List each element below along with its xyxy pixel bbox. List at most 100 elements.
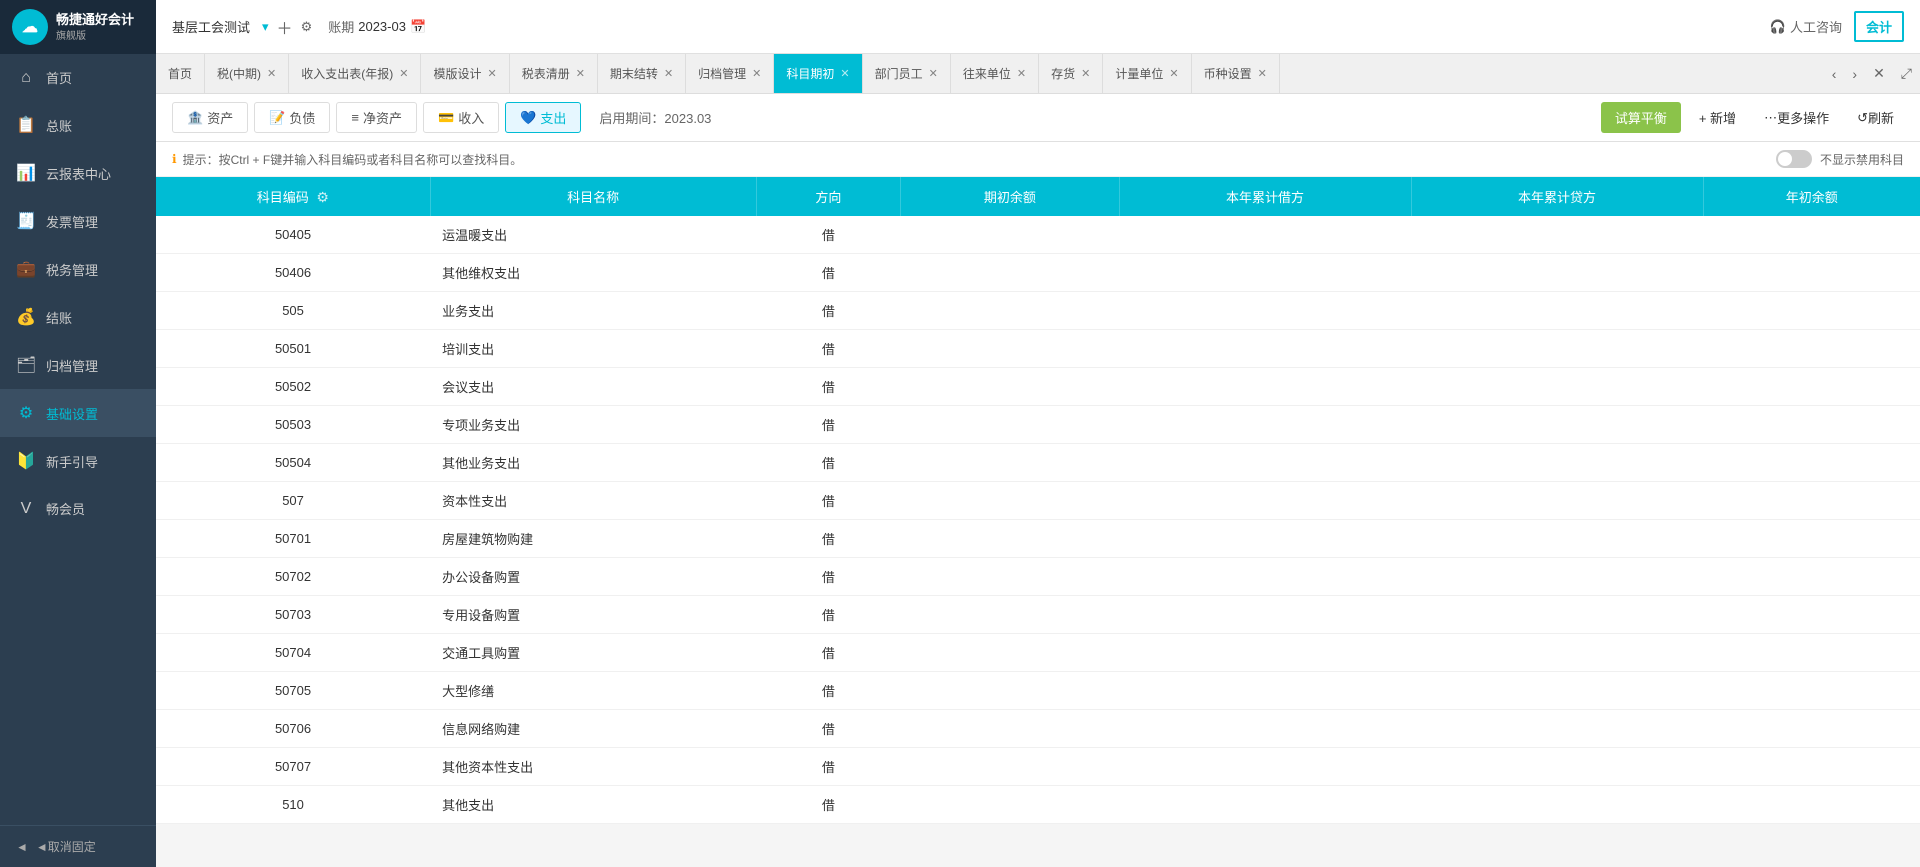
tab-close-icon[interactable]: ✕ <box>487 67 496 80</box>
cell-balance <box>901 406 1119 444</box>
sidebar-item-guide[interactable]: 🔰新手引导 <box>0 437 156 485</box>
cell-credit <box>1411 254 1703 292</box>
tab---[interactable]: 存货✕ <box>1039 54 1103 94</box>
cell-debit <box>1119 520 1411 558</box>
project-add-icon[interactable]: ＋ <box>277 15 293 39</box>
cell-credit <box>1411 292 1703 330</box>
tab-----[interactable]: 归档管理✕ <box>686 54 774 94</box>
table-row[interactable]: 50701 房屋建筑物购建 借 <box>156 520 1920 558</box>
tab-close-icon[interactable]: ✕ <box>1017 67 1026 80</box>
calendar-icon[interactable]: 📅 <box>410 19 426 35</box>
tab-close-icon[interactable]: ✕ <box>267 67 276 80</box>
sidebar-item-ledger[interactable]: 📋总账 <box>0 101 156 149</box>
table-row[interactable]: 50704 交通工具购置 借 <box>156 634 1920 672</box>
tab-close-icon[interactable]: ✕ <box>399 67 408 80</box>
tab-----[interactable]: 币种设置✕ <box>1192 54 1280 94</box>
table-row[interactable]: 50707 其他资本性支出 借 <box>156 748 1920 786</box>
table-row[interactable]: 50406 其他维权支出 借 <box>156 254 1920 292</box>
sidebar-item-basic[interactable]: ⚙基础设置 <box>0 389 156 437</box>
table-row[interactable]: 50504 其他业务支出 借 <box>156 444 1920 482</box>
tab-----[interactable]: 税表清册✕ <box>510 54 598 94</box>
tab-label: 税(中期) <box>217 65 261 82</box>
tab---[interactable]: 首页 <box>156 54 205 94</box>
add-button[interactable]: + 新增 <box>1689 103 1746 132</box>
table-row[interactable]: 510 其他支出 借 <box>156 786 1920 824</box>
sub-tab-资产[interactable]: 🏦资产 <box>172 102 248 133</box>
tab-close-icon[interactable]: ✕ <box>1081 67 1090 80</box>
tab-----[interactable]: 往来单位✕ <box>951 54 1039 94</box>
table-row[interactable]: 507 资本性支出 借 <box>156 482 1920 520</box>
sidebar-nav: ⌂首页📋总账📊云报表中心🧾发票管理💼税务管理💰结账🗂归档管理⚙基础设置🔰新手引导… <box>0 54 156 825</box>
sidebar-item-tax[interactable]: 💼税务管理 <box>0 245 156 293</box>
tab-close-icon[interactable]: ✕ <box>840 67 849 80</box>
sidebar-item-invoice[interactable]: 🧾发票管理 <box>0 197 156 245</box>
sidebar-item-home[interactable]: ⌂首页 <box>0 54 156 101</box>
cell-name: 其他业务支出 <box>430 444 756 482</box>
table-row[interactable]: 50705 大型修缮 借 <box>156 672 1920 710</box>
tab-----[interactable]: 期末结转✕ <box>598 54 686 94</box>
cell-name: 其他资本性支出 <box>430 748 756 786</box>
table-row[interactable]: 50706 信息网络购建 借 <box>156 710 1920 748</box>
table-row[interactable]: 50503 专项业务支出 借 <box>156 406 1920 444</box>
cell-dir: 借 <box>756 482 901 520</box>
tab-close-icon[interactable]: ✕ <box>576 67 585 80</box>
sub-tab-负债[interactable]: 📝负债 <box>254 102 330 133</box>
sub-tab-净资产[interactable]: ≡净资产 <box>336 102 417 133</box>
more-button[interactable]: ⋯ 更多操作 <box>1754 103 1839 132</box>
table-row[interactable]: 505 业务支出 借 <box>156 292 1920 330</box>
cell-code: 507 <box>156 482 430 520</box>
accounts-table: 科目编码 ⚙ 科目名称 方向 期初余额 本年累计借方 本年累计贷方 年初余额 5… <box>156 177 1920 824</box>
col-settings-icon[interactable]: ⚙ <box>316 189 329 205</box>
nav-icon-tax: 💼 <box>16 259 36 279</box>
cell-code: 505 <box>156 292 430 330</box>
cell-code: 50502 <box>156 368 430 406</box>
tab-----[interactable]: 部门员工✕ <box>863 54 951 94</box>
nav-label-ledger: 总账 <box>46 116 72 135</box>
sub-tab-label: 负债 <box>289 108 315 127</box>
project-dropdown-icon[interactable]: ▾ <box>262 19 269 35</box>
cell-dir: 借 <box>756 292 901 330</box>
tab-----[interactable]: 计量单位✕ <box>1103 54 1191 94</box>
pin-icon: ◄ <box>16 840 28 854</box>
cell-debit <box>1119 596 1411 634</box>
tabs-close-button[interactable]: ✕ <box>1865 54 1893 94</box>
tab-close-icon[interactable]: ✕ <box>1169 67 1178 80</box>
cell-dir: 借 <box>756 520 901 558</box>
table-row[interactable]: 50405 运温暖支出 借 <box>156 216 1920 254</box>
account-button[interactable]: 会计 <box>1854 11 1904 42</box>
tabs-expand-button[interactable]: ⤢ <box>1893 54 1920 94</box>
tab-label: 模版设计 <box>433 65 481 82</box>
sidebar-item-archive[interactable]: 🗂归档管理 <box>0 341 156 389</box>
cell-code: 50504 <box>156 444 430 482</box>
tab------[interactable]: 税(中期) ✕ <box>205 54 289 94</box>
table-row[interactable]: 50502 会议支出 借 <box>156 368 1920 406</box>
tab-close-icon[interactable]: ✕ <box>752 67 761 80</box>
tab-----[interactable]: 科目期初✕ <box>774 54 862 94</box>
cell-name: 会议支出 <box>430 368 756 406</box>
sub-tab-支出[interactable]: 💙支出 <box>505 102 581 133</box>
table-row[interactable]: 50703 专用设备购置 借 <box>156 596 1920 634</box>
disable-toggle[interactable] <box>1776 150 1812 168</box>
sidebar-item-settle[interactable]: 💰结账 <box>0 293 156 341</box>
tab-----[interactable]: 模版设计 ✕ <box>421 54 509 94</box>
period-value: 2023-03 <box>358 19 406 34</box>
table-row[interactable]: 50702 办公设备购置 借 <box>156 558 1920 596</box>
tab-close-icon[interactable]: ✕ <box>929 67 938 80</box>
project-settings-icon[interactable]: ⚙ <box>301 19 313 35</box>
support-button[interactable]: 🎧 人工咨询 <box>1770 17 1842 36</box>
sidebar-item-report[interactable]: 📊云报表中心 <box>0 149 156 197</box>
tabs-prev-button[interactable]: ‹ <box>1824 54 1845 94</box>
cell-debit <box>1119 444 1411 482</box>
tab----------[interactable]: 收入支出表(年报)✕ <box>289 54 421 94</box>
cell-credit <box>1411 444 1703 482</box>
refresh-button[interactable]: ↺ 刷新 <box>1847 103 1904 132</box>
sidebar-footer[interactable]: ◄ ◄取消固定 <box>0 825 156 867</box>
cell-credit <box>1411 482 1703 520</box>
balance-button[interactable]: 试算平衡 <box>1601 102 1681 133</box>
sidebar-item-vip[interactable]: V畅会员 <box>0 485 156 532</box>
tab-close-icon[interactable]: ✕ <box>664 67 673 80</box>
tabs-next-button[interactable]: › <box>1844 54 1865 94</box>
sub-tab-收入[interactable]: 💳收入 <box>423 102 499 133</box>
tab-close-icon[interactable]: ✕ <box>1258 67 1267 80</box>
table-row[interactable]: 50501 培训支出 借 <box>156 330 1920 368</box>
